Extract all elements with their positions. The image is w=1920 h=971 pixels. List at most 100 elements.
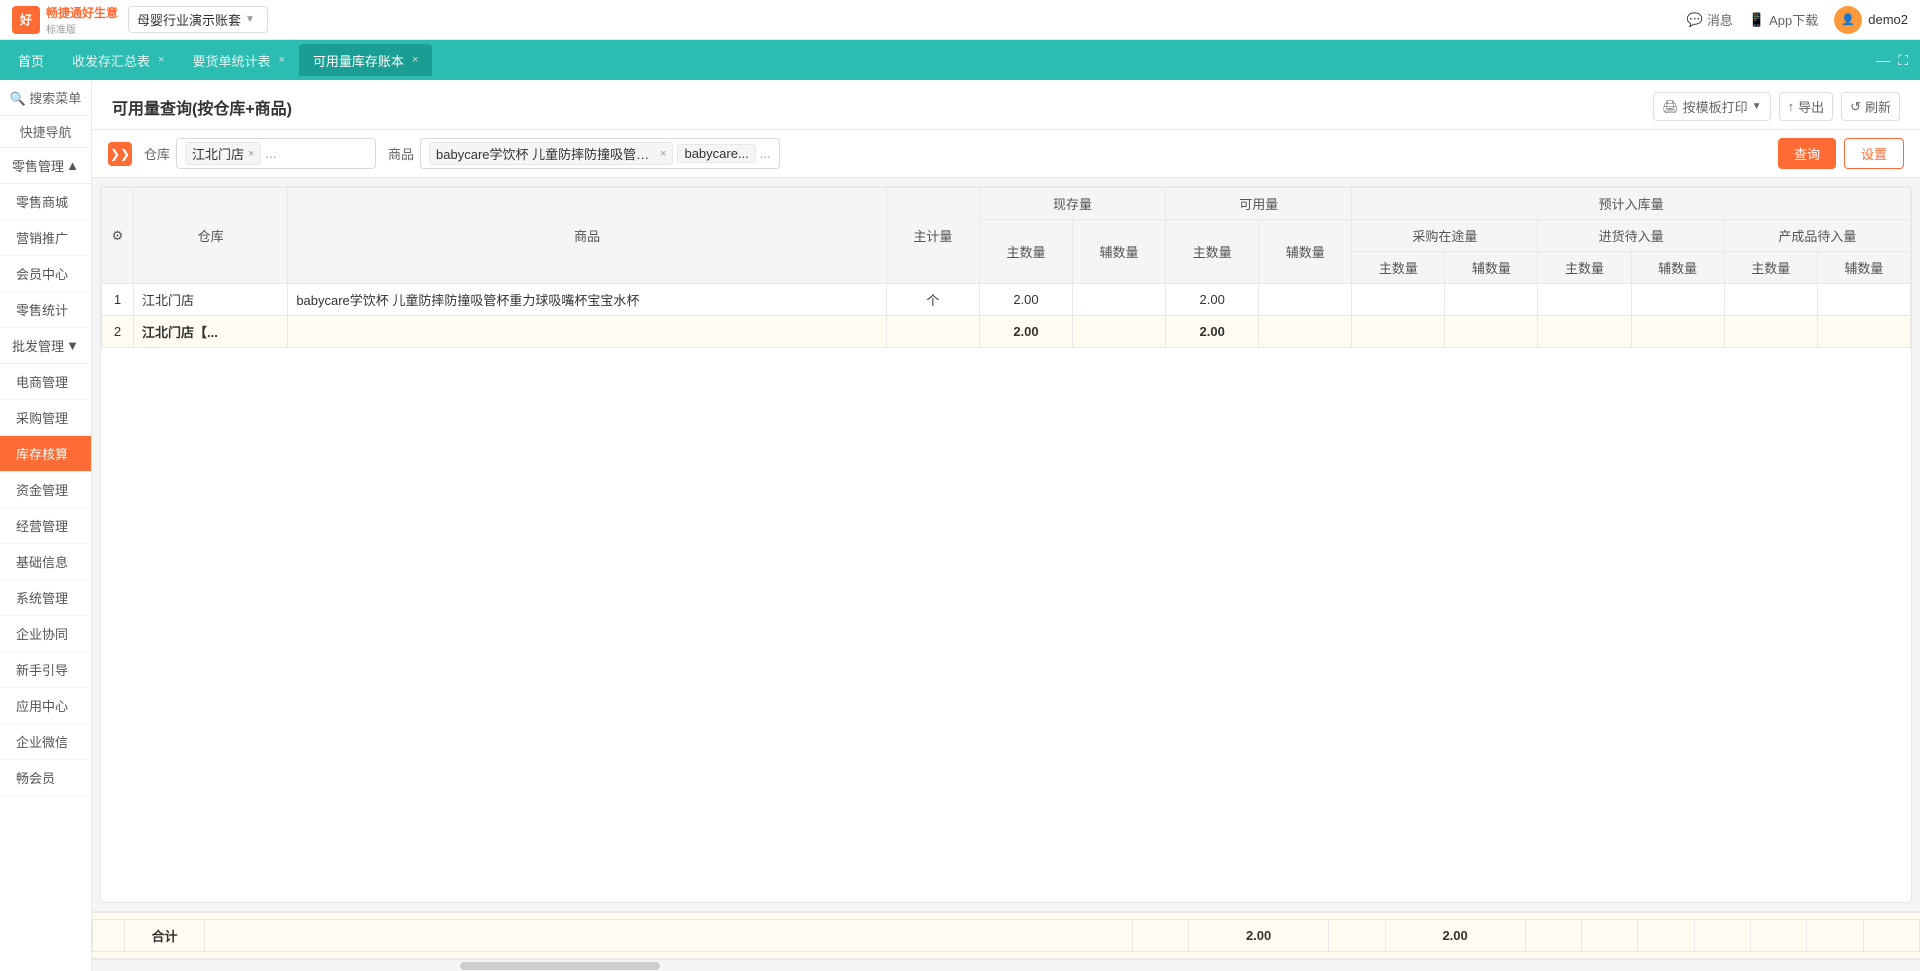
- sidebar-item-retail-mgmt[interactable]: 零售管理 ▲: [0, 148, 91, 184]
- page-header: 可用量查询(按仓库+商品) 🖨 按模板打印 ▼ ↑ 导出 ↺ 刷新: [92, 80, 1920, 130]
- sidebar-item-operations-mgmt[interactable]: 经营管理: [0, 508, 91, 544]
- row1-products-main: [1724, 284, 1817, 316]
- export-label: 导出: [1798, 97, 1824, 116]
- print-icon: 🖨: [1662, 99, 1679, 115]
- sidebar-item-finance-mgmt[interactable]: 资金管理: [0, 472, 91, 508]
- row1-available-aux: [1259, 284, 1352, 316]
- row2-products-aux: [1817, 316, 1910, 348]
- message-btn[interactable]: 💬 消息: [1687, 10, 1733, 29]
- chevron-up-icon: ▲: [66, 158, 79, 173]
- row1-current-aux: [1073, 284, 1166, 316]
- table-row: 1 江北门店 babycare学饮杯 儿童防摔防撞吸管杯重力球吸嘴杯宝宝水杯 个…: [102, 284, 1911, 316]
- th-current-aux: 辅数量: [1073, 220, 1166, 284]
- sidebar-item-app-center[interactable]: 应用中心: [0, 688, 91, 724]
- avatar: 👤: [1834, 6, 1862, 34]
- product-label: 商品: [388, 144, 414, 163]
- row2-products-main: [1724, 316, 1817, 348]
- page-actions: 🖨 按模板打印 ▼ ↑ 导出 ↺ 刷新: [1653, 92, 1900, 121]
- th-products-aux: 辅数量: [1817, 252, 1910, 284]
- retail-mgmt-label: 零售管理: [12, 156, 64, 175]
- row1-incoming-main: [1538, 284, 1631, 316]
- wholesale-mgmt-label: 批发管理: [12, 336, 64, 355]
- warehouse-tag-close-icon[interactable]: ×: [248, 148, 254, 160]
- product-input[interactable]: babycare学饮杯 儿童防摔防撞吸管杯重力球吸嘴杯宝宝水杯 × babyca…: [420, 138, 780, 169]
- basic-info-label: 基础信息: [16, 555, 68, 570]
- settings-btn[interactable]: 设置: [1844, 138, 1904, 169]
- sidebar-item-retail-stats[interactable]: 零售统计: [0, 292, 91, 328]
- close-order-stats-icon[interactable]: ×: [278, 54, 284, 66]
- th-purchase-main: 主数量: [1352, 252, 1445, 284]
- sidebar-item-enterprise-wechat[interactable]: 企业微信: [0, 724, 91, 760]
- footer-current-main: 2.00: [1189, 920, 1329, 952]
- th-current-main: 主数量: [979, 220, 1072, 284]
- product-more-icon[interactable]: ...: [760, 146, 771, 161]
- refresh-btn[interactable]: ↺ 刷新: [1841, 92, 1900, 121]
- minimize-icon[interactable]: —: [1876, 52, 1890, 69]
- row1-warehouse: 江北门店: [134, 284, 288, 316]
- row2-available-main: 2.00: [1166, 316, 1259, 348]
- quick-nav[interactable]: 快捷导航: [0, 116, 91, 148]
- close-available-inventory-icon[interactable]: ×: [412, 54, 418, 66]
- inventory-check-label: 库存核算: [16, 447, 68, 462]
- warehouse-tag-text: 江北门店: [192, 144, 244, 163]
- top-bar-left: 好 畅捷通好生意 标准版 母婴行业演示账套 ▼: [12, 4, 268, 36]
- inventory-table: ⚙ 仓库 商品 主计量 现存量 可用量 预计入库量 主数量 辅数量 主数量 辅数…: [101, 187, 1911, 348]
- table-footer: 合计 2.00 2.00: [92, 911, 1920, 959]
- filter-actions: 查询 设置: [1778, 138, 1904, 169]
- sidebar-item-ecommerce-mgmt[interactable]: 电商管理: [0, 364, 91, 400]
- horizontal-scrollbar[interactable]: [92, 959, 1920, 971]
- sidebar-item-purchase-mgmt[interactable]: 采购管理: [0, 400, 91, 436]
- close-receipt-summary-icon[interactable]: ×: [158, 54, 164, 66]
- sidebar-item-retail-mall[interactable]: 零售商城: [0, 184, 91, 220]
- product-tag-1-close-icon[interactable]: ×: [660, 148, 666, 160]
- export-btn[interactable]: ↑ 导出: [1779, 92, 1834, 121]
- sidebar-item-wholesale-mgmt[interactable]: 批发管理 ▼: [0, 328, 91, 364]
- print-btn[interactable]: 🖨 按模板打印 ▼: [1653, 92, 1770, 121]
- sidebar-item-basic-info[interactable]: 基础信息: [0, 544, 91, 580]
- th-current-stock-group: 现存量: [979, 188, 1165, 220]
- app-download-btn[interactable]: 📱 App下载: [1749, 10, 1818, 29]
- chevron-down-icon: ▼: [66, 338, 79, 353]
- top-bar-right: 💬 消息 📱 App下载 👤 demo2: [1687, 6, 1908, 34]
- logo-icon: 好: [12, 6, 40, 34]
- retail-stats-label: 零售统计: [16, 303, 68, 318]
- tab-order-stats[interactable]: 要货单统计表 ×: [178, 44, 298, 76]
- nav-tabs: 首页 收发存汇总表 × 要货单统计表 × 可用量库存账本 × — ⛶: [0, 40, 1920, 80]
- th-available-group: 可用量: [1166, 188, 1352, 220]
- row1-incoming-aux: [1631, 284, 1724, 316]
- query-btn[interactable]: 查询: [1778, 138, 1836, 169]
- warehouse-more-icon[interactable]: ...: [265, 146, 276, 161]
- retail-mall-label: 零售商城: [16, 195, 68, 210]
- sidebar-search[interactable]: 🔍 搜索菜单: [0, 80, 91, 116]
- row2-warehouse: 江北门店【...: [134, 316, 288, 348]
- sidebar-item-system-mgmt[interactable]: 系统管理: [0, 580, 91, 616]
- warehouse-filter-group: 仓库 江北门店 × ...: [144, 138, 376, 169]
- product-tag-2: babycare...: [677, 144, 755, 163]
- purchase-mgmt-label: 采购管理: [16, 411, 68, 426]
- sidebar-item-member-vip[interactable]: 畅会员: [0, 760, 91, 796]
- sidebar-item-marketing[interactable]: 营销推广: [0, 220, 91, 256]
- warehouse-input[interactable]: 江北门店 × ...: [176, 138, 376, 169]
- sidebar-item-inventory-check[interactable]: 库存核算: [0, 436, 91, 472]
- row1-unit: 个: [886, 284, 979, 316]
- inventory-table-wrapper: ⚙ 仓库 商品 主计量 现存量 可用量 预计入库量 主数量 辅数量 主数量 辅数…: [100, 186, 1912, 903]
- sidebar-item-enterprise-collab[interactable]: 企业协同: [0, 616, 91, 652]
- industry-selector[interactable]: 母婴行业演示账套 ▼: [128, 6, 268, 33]
- sidebar-item-new-guide[interactable]: 新手引导: [0, 652, 91, 688]
- message-label: 消息: [1707, 10, 1733, 29]
- tab-receipt-summary[interactable]: 收发存汇总表 ×: [58, 44, 178, 76]
- top-bar: 好 畅捷通好生意 标准版 母婴行业演示账套 ▼ 💬 消息 📱 App下载 👤 d…: [0, 0, 1920, 40]
- refresh-icon: ↺: [1850, 99, 1861, 115]
- tab-home[interactable]: 首页: [4, 44, 58, 76]
- filter-toggle-btn[interactable]: ❯❯: [108, 142, 132, 166]
- user-area[interactable]: 👤 demo2: [1834, 6, 1908, 34]
- scroll-thumb[interactable]: [460, 962, 660, 970]
- member-center-label: 会员中心: [16, 267, 68, 282]
- th-settings[interactable]: ⚙: [102, 188, 134, 284]
- new-guide-label: 新手引导: [16, 663, 68, 678]
- logo-text: 畅捷通好生意: [46, 4, 118, 21]
- maximize-icon[interactable]: ⛶: [1898, 52, 1908, 69]
- sidebar-item-member-center[interactable]: 会员中心: [0, 256, 91, 292]
- row2-purchase-main: [1352, 316, 1445, 348]
- tab-available-inventory[interactable]: 可用量库存账本 ×: [299, 44, 432, 76]
